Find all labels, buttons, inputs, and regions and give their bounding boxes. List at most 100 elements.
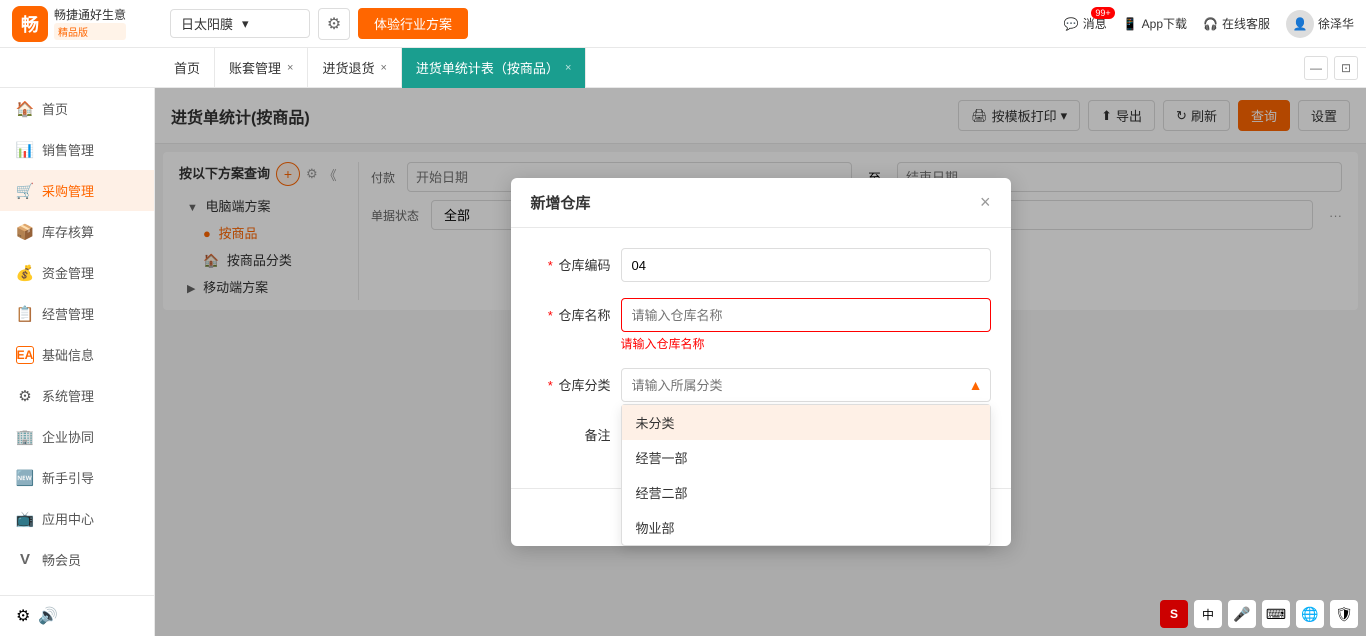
tab-purchase-stat-close[interactable]: × xyxy=(565,62,571,74)
finance-icon: 💰 xyxy=(16,264,34,282)
apps-icon: 📺 xyxy=(16,510,34,528)
message-icon: 💬 xyxy=(1064,17,1079,31)
note-label: 备注 xyxy=(531,418,621,444)
gear-button[interactable]: ⚙ xyxy=(318,8,350,40)
modal-header: 新增仓库 × xyxy=(511,178,1011,228)
modal-body: * 仓库编码 * 仓库名称 xyxy=(511,228,1011,488)
keyboard-icon[interactable]: ⌨ xyxy=(1262,600,1290,628)
lang-icon[interactable]: 🌐 xyxy=(1296,600,1324,628)
tab-account-label: 账套管理 xyxy=(229,58,281,77)
form-row-code: * 仓库编码 xyxy=(531,248,991,282)
basic-icon: EA xyxy=(16,346,34,364)
sidebar-home-label: 首页 xyxy=(42,99,68,118)
service-label: 在线客服 xyxy=(1222,15,1270,32)
tab-minimize-button[interactable]: — xyxy=(1304,56,1328,80)
category-required-mark: * xyxy=(548,378,553,393)
dropdown-item-ops2[interactable]: 经营二部 xyxy=(622,475,990,510)
category-input[interactable] xyxy=(621,368,991,402)
sidebar-item-home[interactable]: 🏠 首页 xyxy=(0,88,154,129)
sidebar-item-guide[interactable]: 🆕 新手引导 xyxy=(0,457,154,498)
tab-home-label: 首页 xyxy=(174,58,200,77)
tab-bar-actions: — ⊡ xyxy=(1304,56,1366,80)
phone-icon: 📱 xyxy=(1123,17,1138,31)
settings-icon[interactable]: ⚙ xyxy=(16,606,30,626)
modal-overlay[interactable]: 新增仓库 × * 仓库编码 xyxy=(155,88,1366,636)
chinese-icon[interactable]: 中 xyxy=(1194,600,1222,628)
sidebar-item-sales[interactable]: 📊 销售管理 xyxy=(0,129,154,170)
purchase-icon: 🛒 xyxy=(16,182,34,200)
user-menu[interactable]: 👤 徐泽华 xyxy=(1286,10,1354,38)
tab-account-close[interactable]: × xyxy=(287,62,293,74)
store-selector[interactable]: 日太阳膜 ▾ xyxy=(170,9,310,38)
name-field: 请输入仓库名称 xyxy=(621,298,991,352)
sidebar-sales-label: 销售管理 xyxy=(42,140,94,159)
logo-area: 畅 畅捷通好生意 精品版 xyxy=(12,6,162,42)
messages-button[interactable]: 💬 消息 99+ xyxy=(1064,15,1107,32)
top-bar: 畅 畅捷通好生意 精品版 日太阳膜 ▾ ⚙ 体验行业方案 💬 消息 99+ 📱 … xyxy=(0,0,1366,48)
sidebar-item-system[interactable]: ⚙ 系统管理 xyxy=(0,375,154,416)
ops-icon: 📋 xyxy=(16,305,34,323)
message-badge: 99+ xyxy=(1091,7,1114,19)
sidebar-ops-label: 经营管理 xyxy=(42,304,94,323)
form-row-name: * 仓库名称 请输入仓库名称 xyxy=(531,298,991,352)
tab-purchase-stat[interactable]: 进货单统计表（按商品） × xyxy=(402,48,586,88)
inventory-icon: 📦 xyxy=(16,223,34,241)
modal-close-button[interactable]: × xyxy=(980,192,991,213)
sidebar-item-finance[interactable]: 💰 资金管理 xyxy=(0,252,154,293)
tab-purchase-stat-label: 进货单统计表（按商品） xyxy=(416,58,559,77)
volume-icon[interactable]: 🔊 xyxy=(38,606,58,626)
sidebar: 🏠 首页 📊 销售管理 🛒 采购管理 📦 库存核算 💰 资金管理 📋 经营管理 … xyxy=(0,88,155,636)
sidebar-item-purchase[interactable]: 🛒 采购管理 xyxy=(0,170,154,211)
app-download-button[interactable]: 📱 App下载 xyxy=(1123,15,1187,32)
sidebar-member-label: 畅会员 xyxy=(42,550,81,569)
tab-expand-button[interactable]: ⊡ xyxy=(1334,56,1358,80)
dropdown-item-uncat[interactable]: 未分类 xyxy=(622,405,990,440)
sougou-icon: S xyxy=(1160,600,1188,628)
category-dropdown: 未分类 经营一部 经营二部 物业部 xyxy=(621,404,991,546)
dropdown-item-property[interactable]: 物业部 xyxy=(622,510,990,545)
code-input[interactable] xyxy=(621,248,991,282)
tab-purchase-return-close[interactable]: × xyxy=(380,62,386,74)
chevron-down-icon: ▾ xyxy=(242,16,299,32)
name-input[interactable] xyxy=(621,298,991,332)
tab-purchase-return[interactable]: 进货退货 × xyxy=(308,48,401,88)
tab-bar: 首页 账套管理 × 进货退货 × 进货单统计表（按商品） × — ⊡ xyxy=(0,48,1366,88)
sidebar-bottom: ⚙ 🔊 xyxy=(0,595,155,636)
sidebar-item-enterprise[interactable]: 🏢 企业协同 xyxy=(0,416,154,457)
sidebar-finance-label: 资金管理 xyxy=(42,263,94,282)
sidebar-item-ops[interactable]: 📋 经营管理 xyxy=(0,293,154,334)
modal-title: 新增仓库 xyxy=(531,192,591,213)
category-field: ▲ xyxy=(621,368,991,402)
dropdown-item-ops1[interactable]: 经营一部 xyxy=(622,440,990,475)
guide-icon: 🆕 xyxy=(16,469,34,487)
logo-badge: 精品版 xyxy=(54,23,126,40)
trial-button[interactable]: 体验行业方案 xyxy=(358,8,468,39)
sidebar-inventory-label: 库存核算 xyxy=(42,222,94,241)
code-required-mark: * xyxy=(548,258,553,273)
system-icon: ⚙ xyxy=(16,387,34,405)
sidebar-basic-label: 基础信息 xyxy=(42,345,94,364)
category-label: * 仓库分类 xyxy=(531,368,621,394)
logo-text-line1: 畅捷通好生意 xyxy=(54,7,126,24)
member-icon: V xyxy=(16,551,34,569)
mic-icon[interactable]: 🎤 xyxy=(1228,600,1256,628)
sidebar-item-inventory[interactable]: 📦 库存核算 xyxy=(0,211,154,252)
sales-icon: 📊 xyxy=(16,141,34,159)
form-row-category: * 仓库分类 ▲ 未分类 经营一部 经营二部 物业部 xyxy=(531,368,991,402)
sidebar-item-apps[interactable]: 📺 应用中心 xyxy=(0,498,154,539)
sidebar-item-basic[interactable]: EA 基础信息 xyxy=(0,334,154,375)
sidebar-item-member[interactable]: V 畅会员 xyxy=(0,539,154,580)
store-name: 日太阳膜 xyxy=(181,14,238,33)
content-area: 进货单统计(按商品) 🖨 按模板打印 ▾ ⬆ 导出 ↻ 刷新 查询 xyxy=(155,88,1366,636)
online-service-button[interactable]: 🎧 在线客服 xyxy=(1203,15,1270,32)
security-icon[interactable]: 🛡 xyxy=(1330,600,1358,628)
category-toggle-icon[interactable]: ▲ xyxy=(969,377,983,393)
logo-icon: 畅 xyxy=(12,6,48,42)
sidebar-system-label: 系统管理 xyxy=(42,386,94,405)
enterprise-icon: 🏢 xyxy=(16,428,34,446)
gear-icon: ⚙ xyxy=(327,14,341,34)
username: 徐泽华 xyxy=(1318,15,1354,32)
tab-account[interactable]: 账套管理 × xyxy=(215,48,308,88)
name-error-msg: 请输入仓库名称 xyxy=(621,335,991,352)
tab-home[interactable]: 首页 xyxy=(160,48,215,88)
